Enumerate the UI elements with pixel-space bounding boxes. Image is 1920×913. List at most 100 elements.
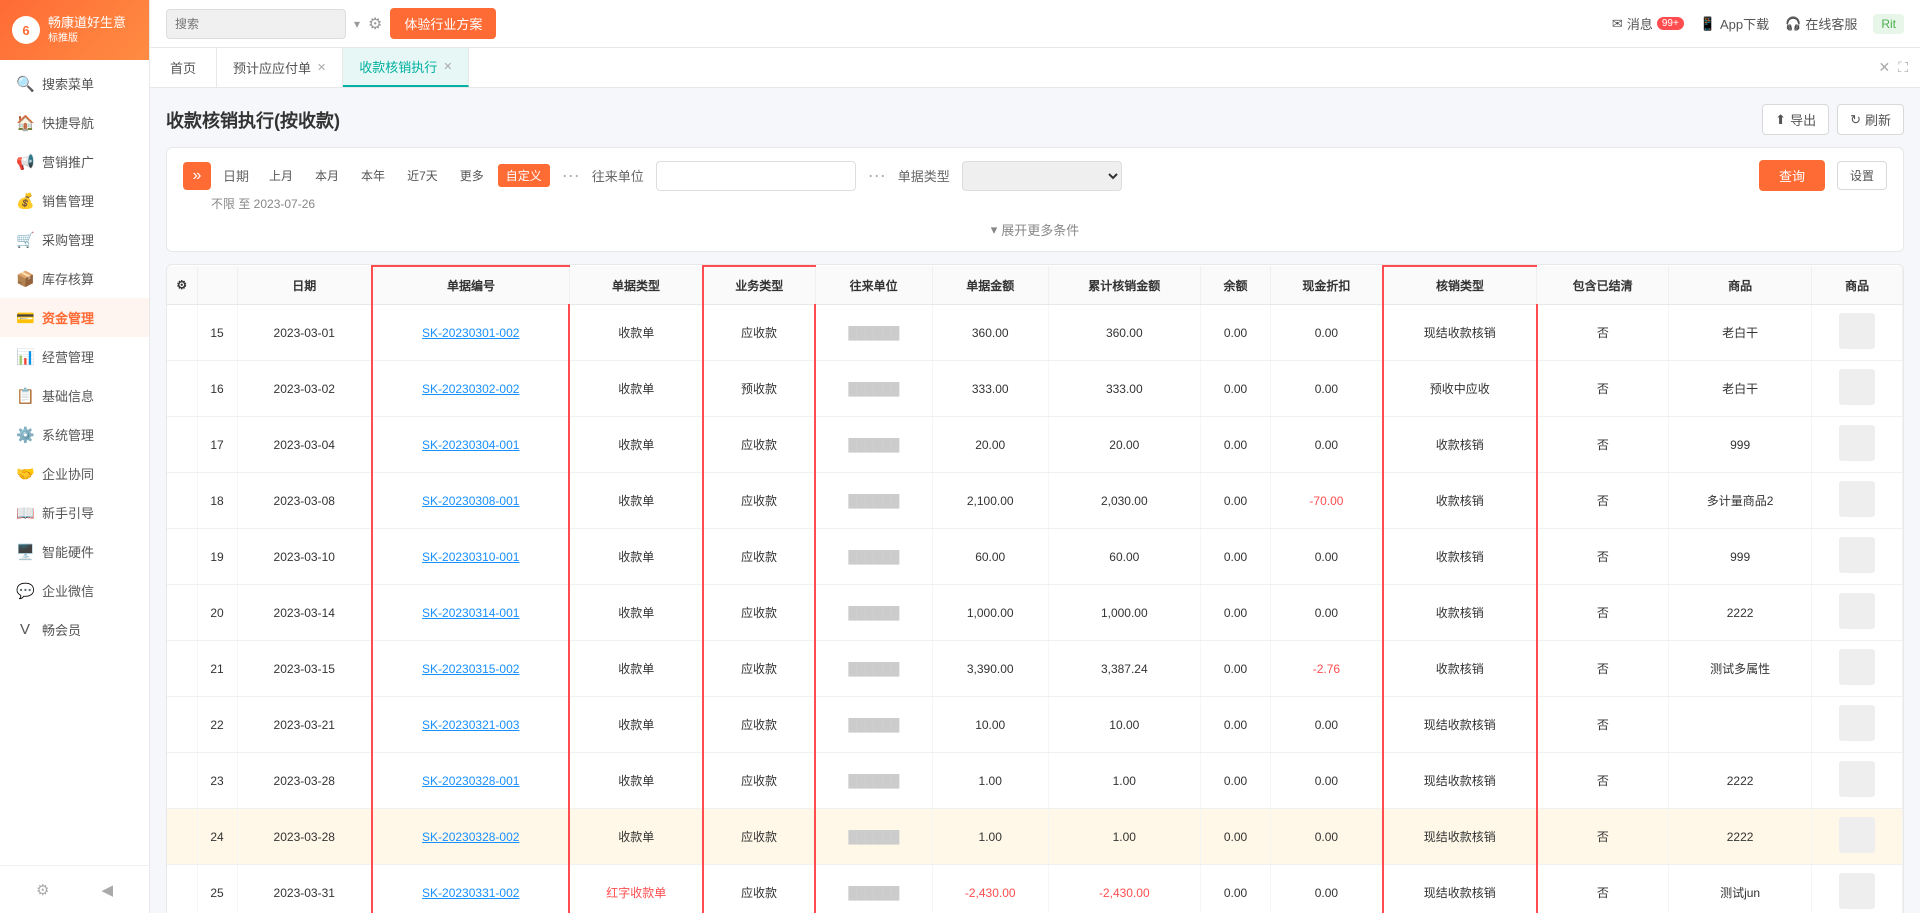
col-header-index	[197, 266, 237, 305]
table-cell: 24	[197, 809, 237, 865]
sidebar-item-inventory[interactable]: 📦 库存核算	[0, 259, 149, 298]
table-row: 162023-03-02SK-20230302-002收款单预收款██████3…	[167, 361, 1903, 417]
sidebar-item-marketing[interactable]: 📢 营销推广	[0, 142, 149, 181]
sidebar-item-sys[interactable]: ⚙️ 系统管理	[0, 415, 149, 454]
sidebar-item-sales[interactable]: 💰 销售管理	[0, 181, 149, 220]
tab-close-prepay[interactable]: ✕	[317, 61, 326, 74]
sidebar-item-label: 企业协同	[42, 464, 94, 483]
date-range-display: 不限 至 2023-07-26	[211, 197, 315, 211]
table-cell: 否	[1537, 361, 1669, 417]
doc-no-cell[interactable]: SK-20230310-001	[372, 529, 569, 585]
date-btn-this-month[interactable]: 本月	[307, 164, 347, 187]
doc-no-cell[interactable]: SK-20230321-003	[372, 697, 569, 753]
table-cell: 2,030.00	[1048, 473, 1200, 529]
sidebar-item-finance[interactable]: 💳 资金管理	[0, 298, 149, 337]
ops-icon: 📊	[16, 348, 34, 366]
doc-no-cell[interactable]: SK-20230302-002	[372, 361, 569, 417]
sidebar-item-member[interactable]: V 畅会员	[0, 610, 149, 649]
tab-close-receipt[interactable]: ✕	[443, 60, 452, 73]
filter-collapse-btn[interactable]: »	[183, 162, 211, 190]
table-row: 252023-03-31SK-20230331-002红字收款单应收款█████…	[167, 865, 1903, 913]
expand-more-btn[interactable]: ▾ 展开更多条件	[183, 220, 1887, 239]
sidebar-item-newbie[interactable]: 📖 新手引导	[0, 493, 149, 532]
home-icon: 🏠	[16, 114, 34, 132]
col-header-doc-no: 单据编号	[372, 266, 569, 305]
counterpart-input[interactable]	[656, 161, 856, 191]
biz-type-cell: 应收款	[703, 473, 815, 529]
settings-icon[interactable]: ⚙	[368, 14, 382, 34]
doc-no-cell[interactable]: SK-20230328-002	[372, 809, 569, 865]
doc-type-label: 单据类型	[898, 166, 950, 185]
table-cell: 否	[1537, 529, 1669, 585]
table-cell: 0.00	[1271, 305, 1383, 361]
date-btn-7days[interactable]: 近7天	[399, 164, 446, 187]
doc-no-cell[interactable]: SK-20230314-001	[372, 585, 569, 641]
search-input[interactable]	[166, 9, 346, 39]
setting-button[interactable]: 设置	[1837, 161, 1887, 190]
table-row: 152023-03-01SK-20230301-002收款单应收款██████3…	[167, 305, 1903, 361]
doc-no-cell[interactable]: SK-20230331-002	[372, 865, 569, 913]
col-header-gear[interactable]: ⚙	[167, 266, 197, 305]
doc-type-select[interactable]	[962, 161, 1122, 191]
table-cell	[1812, 417, 1903, 473]
filter-bar: » 日期 上月 本月 本年 近7天 更多 自定义 ··· 往来单位 ··· 单据…	[166, 147, 1904, 252]
sidebar-item-search-menu[interactable]: 🔍 搜索菜单	[0, 64, 149, 103]
biz-type-cell: 应收款	[703, 585, 815, 641]
sales-icon: 💰	[16, 192, 34, 210]
online-support-btn[interactable]: 🎧 在线客服	[1785, 14, 1857, 33]
table-cell: 20.00	[1048, 417, 1200, 473]
refresh-button[interactable]: ↻ 刷新	[1837, 104, 1904, 135]
sidebar-item-label: 基础信息	[42, 386, 94, 405]
collapse-sidebar-btn[interactable]: ◀	[101, 881, 113, 899]
sidebar-item-basic[interactable]: 📋 基础信息	[0, 376, 149, 415]
table-cell	[167, 753, 197, 809]
doc-no-cell[interactable]: SK-20230304-001	[372, 417, 569, 473]
table-row: 172023-03-04SK-20230304-001收款单应收款██████2…	[167, 417, 1903, 473]
sidebar-item-label: 库存核算	[42, 269, 94, 288]
date-btn-custom[interactable]: 自定义	[498, 164, 550, 187]
date-btn-more[interactable]: 更多	[452, 164, 492, 187]
settings-footer-btn[interactable]: ⚙	[36, 881, 49, 899]
table-cell	[167, 585, 197, 641]
doc-no-cell[interactable]: SK-20230308-001	[372, 473, 569, 529]
sidebar-item-corp[interactable]: 🤝 企业协同	[0, 454, 149, 493]
notification-badge: 99+	[1657, 17, 1684, 30]
table-cell: 0.00	[1271, 585, 1383, 641]
table-cell: 测试jun	[1669, 865, 1812, 913]
sidebar-item-ops[interactable]: 📊 经营管理	[0, 337, 149, 376]
table-cell: 2023-03-04	[237, 417, 372, 473]
notification-btn[interactable]: ✉ 消息 99+	[1612, 14, 1684, 33]
tab-receipt-exec[interactable]: 收款核销执行 ✕	[343, 48, 469, 87]
export-button[interactable]: ⬆ 导出	[1762, 104, 1829, 135]
biz-type-cell: 预收款	[703, 361, 815, 417]
chevron-down-icon[interactable]: ▾	[354, 17, 360, 31]
table-cell: ██████	[815, 865, 932, 913]
industry-solution-button[interactable]: 体验行业方案	[390, 8, 496, 39]
table-cell: 3,387.24	[1048, 641, 1200, 697]
tab-home[interactable]: 首页	[150, 48, 217, 87]
doc-no-cell[interactable]: SK-20230315-002	[372, 641, 569, 697]
table-cell: 2023-03-21	[237, 697, 372, 753]
col-header-amount: 单据金额	[932, 266, 1048, 305]
date-btn-this-year[interactable]: 本年	[353, 164, 393, 187]
sidebar-item-wechat[interactable]: 💬 企业微信	[0, 571, 149, 610]
close-tab-icon[interactable]: ✕	[1878, 59, 1890, 76]
tab-bar-end: ✕ ⛶	[469, 48, 1920, 87]
date-btn-last-month[interactable]: 上月	[261, 164, 301, 187]
smart-hw-icon: 🖥️	[16, 543, 34, 561]
corp-icon: 🤝	[16, 465, 34, 483]
doc-no-cell[interactable]: SK-20230301-002	[372, 305, 569, 361]
doc-no-cell[interactable]: SK-20230328-001	[372, 753, 569, 809]
table-cell: 2222	[1669, 809, 1812, 865]
query-button[interactable]: 查询	[1759, 160, 1825, 191]
sidebar-item-smart-hw[interactable]: 🖥️ 智能硬件	[0, 532, 149, 571]
app-download-btn[interactable]: 📱 App下载	[1700, 14, 1769, 33]
sidebar-item-quick-nav[interactable]: 🏠 快捷导航	[0, 103, 149, 142]
user-info[interactable]: Rit	[1873, 14, 1904, 34]
tab-prepay-orders[interactable]: 预计应应付单 ✕	[217, 48, 343, 87]
cancel-type-cell: 现结收款核销	[1383, 753, 1537, 809]
sidebar-item-purchase[interactable]: 🛒 采购管理	[0, 220, 149, 259]
fullscreen-icon[interactable]: ⛶	[1898, 59, 1908, 76]
tab-receipt-label: 收款核销执行	[359, 57, 437, 76]
table-cell: 收款单	[569, 697, 702, 753]
